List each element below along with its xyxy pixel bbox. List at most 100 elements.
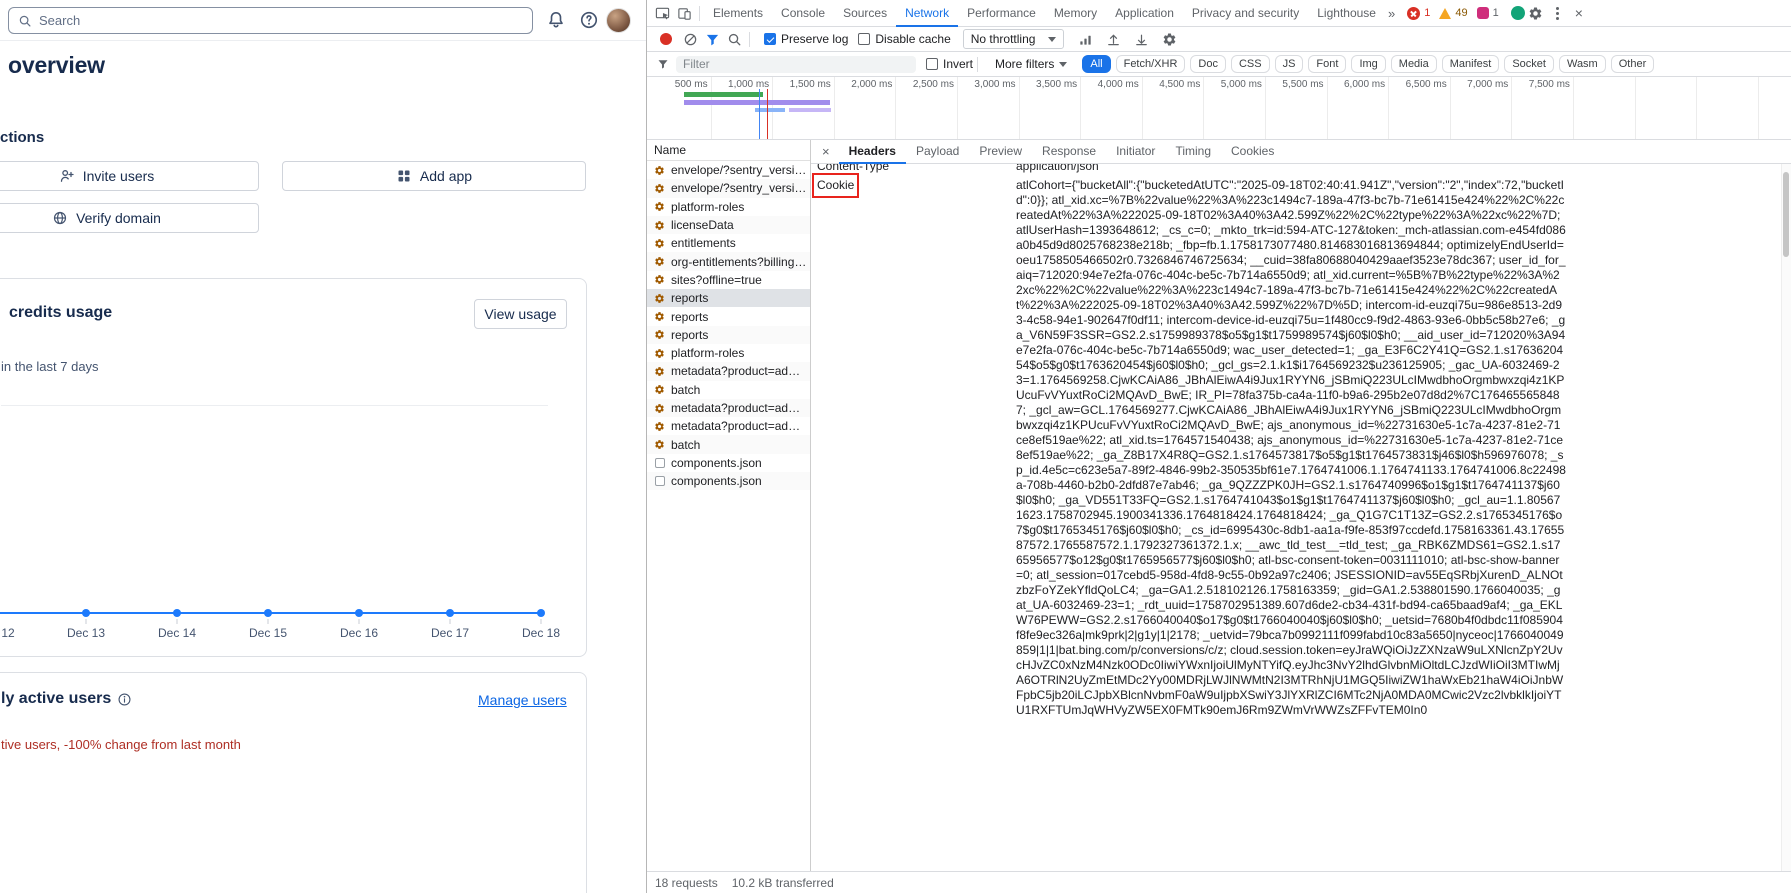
network-request-row[interactable]: sites?offline=true: [647, 271, 810, 289]
details-tab-timing[interactable]: Timing: [1165, 140, 1221, 164]
export-har-icon[interactable]: [1130, 29, 1152, 49]
devtools-tab-bar: Elements Console Sources Network Performance…: [647, 0, 1791, 27]
invite-user-icon: [60, 170, 74, 182]
close-details-icon[interactable]: ×: [813, 144, 839, 159]
network-request-row[interactable]: components.json: [647, 454, 810, 472]
filter-chip-all[interactable]: All: [1082, 55, 1111, 73]
chart-tick: [358, 619, 360, 624]
network-settings-gear-icon[interactable]: [1158, 29, 1180, 49]
devtools-tab-performance[interactable]: Performance: [958, 0, 1045, 27]
import-har-icon[interactable]: [1102, 29, 1124, 49]
network-request-row[interactable]: components.json: [647, 472, 810, 491]
network-request-row[interactable]: metadata?product=admin…: [647, 398, 810, 418]
chart-point: [173, 609, 181, 617]
device-toolbar-icon[interactable]: [673, 3, 695, 23]
network-request-row[interactable]: envelope/?sentry_version=…: [647, 161, 810, 179]
network-request-row[interactable]: platform-roles: [647, 344, 810, 362]
add-app-button[interactable]: Add app: [282, 161, 586, 191]
info-icon[interactable]: [117, 692, 132, 707]
network-request-row[interactable]: metadata?product=admin…: [647, 417, 810, 435]
clear-network-log-icon[interactable]: [679, 29, 701, 49]
invite-users-button[interactable]: Invite users: [0, 161, 259, 191]
details-tab-response[interactable]: Response: [1032, 140, 1106, 164]
details-tab-cookies[interactable]: Cookies: [1221, 140, 1284, 164]
xhr-request-icon: [653, 274, 666, 286]
request-list-header[interactable]: Name: [647, 140, 810, 161]
request-name: metadata?product=admin…: [671, 364, 810, 379]
devtools-tab-memory[interactable]: Memory: [1045, 0, 1106, 27]
devtools-tab-privacy-and-security[interactable]: Privacy and security: [1183, 0, 1308, 27]
invert-checkbox[interactable]: [926, 58, 938, 70]
network-request-row[interactable]: entitlements: [647, 234, 810, 252]
network-filter-input[interactable]: Filter: [676, 55, 916, 73]
xhr-request-icon: [653, 256, 666, 268]
filter-chip-wasm[interactable]: Wasm: [1558, 55, 1606, 73]
chart-x-label: Dec 15: [248, 626, 288, 640]
network-overview-timeline[interactable]: 500 ms 1,000 ms 1,500 ms 2,000 ms 2,500 ms 3,…: [647, 77, 1791, 140]
network-request-row[interactable]: batch: [647, 381, 810, 399]
devtools-close-icon[interactable]: ×: [1567, 5, 1591, 21]
scrollbar-track[interactable]: [1781, 164, 1791, 871]
error-badge[interactable]: 1: [1407, 6, 1430, 20]
details-tab-payload[interactable]: Payload: [906, 140, 969, 164]
record-network-log-icon[interactable]: [660, 33, 672, 45]
filter-chip-js[interactable]: JS: [1274, 55, 1304, 73]
network-request-row[interactable]: envelope/?sentry_version=…: [647, 179, 810, 198]
view-usage-button[interactable]: View usage: [474, 299, 567, 329]
search-input[interactable]: Search: [8, 7, 533, 34]
devtools-menu-kebab-icon[interactable]: [1549, 6, 1567, 20]
network-request-row[interactable]: reports: [647, 289, 810, 308]
filter-chip-fetch-xhr[interactable]: Fetch/XHR: [1115, 55, 1186, 73]
devtools-tab-network[interactable]: Network: [896, 0, 958, 27]
verify-domain-button[interactable]: Verify domain: [0, 203, 259, 233]
status-green-icon[interactable]: [1510, 6, 1525, 20]
throttling-select[interactable]: No throttling: [962, 29, 1065, 49]
details-tab-preview[interactable]: Preview: [969, 140, 1032, 164]
devtools-tab-sources[interactable]: Sources: [834, 0, 896, 27]
xhr-request-icon: [653, 439, 666, 451]
filter-chip-font[interactable]: Font: [1308, 55, 1347, 73]
filter-icon[interactable]: [701, 29, 723, 49]
devtools-settings-gear-icon[interactable]: [1525, 3, 1547, 23]
devtools-tab-lighthouse[interactable]: Lighthouse: [1308, 0, 1385, 27]
scrollbar-thumb[interactable]: [1783, 172, 1789, 257]
network-request-row[interactable]: licenseData: [647, 215, 810, 235]
devtools-tab-application[interactable]: Application: [1106, 0, 1183, 27]
filter-chip-css[interactable]: CSS: [1230, 55, 1270, 73]
details-tab-initiator[interactable]: Initiator: [1106, 140, 1165, 164]
more-filters-dropdown[interactable]: More filters: [995, 57, 1068, 71]
filter-chip-doc[interactable]: Doc: [1190, 55, 1226, 73]
filter-chip-manifest[interactable]: Manifest: [1441, 55, 1500, 73]
details-tab-headers[interactable]: Headers: [839, 140, 906, 164]
filter-chip-img[interactable]: Img: [1351, 55, 1386, 73]
header-name[interactable]: Content-Type: [817, 164, 1016, 174]
network-conditions-icon[interactable]: [1074, 29, 1096, 49]
inspect-element-icon[interactable]: [651, 3, 673, 23]
devtools-tab-console[interactable]: Console: [772, 0, 834, 27]
chart-tick: [449, 619, 451, 624]
warning-count: 49: [1455, 7, 1468, 19]
devtools-tab-elements[interactable]: Elements: [704, 0, 772, 27]
network-request-row[interactable]: platform-roles: [647, 198, 810, 216]
filter-chip-other[interactable]: Other: [1610, 55, 1655, 73]
network-request-row[interactable]: org-entitlements?billingSy…: [647, 252, 810, 271]
preserve-log-checkbox[interactable]: [764, 33, 776, 45]
network-request-row[interactable]: batch: [647, 435, 810, 454]
request-name: licenseData: [671, 218, 734, 233]
chart-point: [446, 609, 454, 617]
disable-cache-checkbox[interactable]: [858, 33, 871, 45]
more-tabs-icon[interactable]: »: [1385, 6, 1398, 21]
filter-chip-socket[interactable]: Socket: [1504, 55, 1554, 73]
network-request-row[interactable]: reports: [647, 325, 810, 344]
user-avatar[interactable]: [606, 8, 631, 33]
notifications-bell-icon[interactable]: [546, 10, 566, 30]
network-request-row[interactable]: metadata?product=admin…: [647, 362, 810, 381]
filter-chip-media[interactable]: Media: [1390, 55, 1437, 73]
header-name[interactable]: Cookie: [811, 173, 1016, 198]
issues-badge[interactable]: 1: [1476, 7, 1499, 19]
warning-badge[interactable]: 49: [1439, 7, 1468, 19]
network-request-row[interactable]: reports: [647, 307, 810, 325]
help-icon[interactable]: [579, 10, 599, 30]
search-network-icon[interactable]: [723, 29, 745, 49]
manage-users-link[interactable]: Manage users: [478, 692, 567, 708]
